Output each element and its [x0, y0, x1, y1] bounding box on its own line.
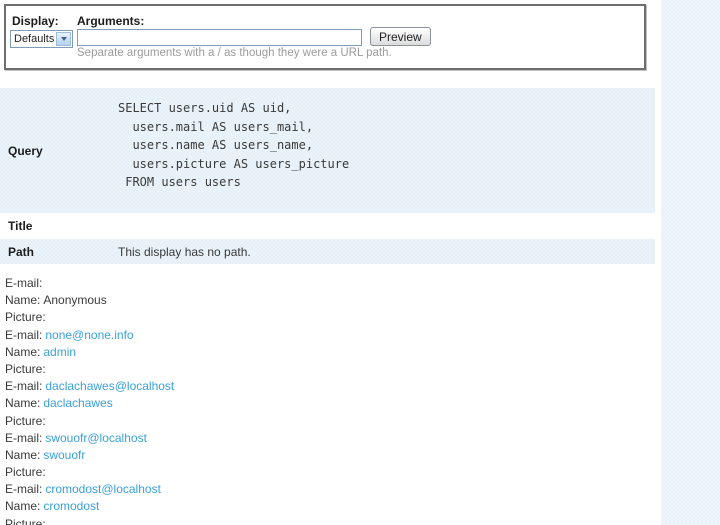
result-field-picture: Picture:: [0, 309, 655, 326]
user-link[interactable]: cromodost: [43, 499, 99, 513]
chevron-down-icon: [56, 32, 71, 46]
query-row: Query SELECT users.uid AS uid, users.mai…: [0, 88, 655, 213]
query-sql: SELECT users.uid AS uid, users.mail AS u…: [118, 101, 350, 189]
preview-results: E-mail: Name: Anonymous Picture: E-mail: n…: [0, 275, 655, 525]
field-label: Name:: [5, 499, 41, 514]
path-value: This display has no path.: [118, 244, 251, 259]
arguments-input[interactable]: [77, 29, 362, 46]
views-preview-page: { "form": { "display_label": "Display:",…: [0, 0, 720, 525]
path-label: Path: [8, 244, 35, 259]
result-field-name: Name: daclachawes: [0, 395, 655, 412]
result-field-email: E-mail: swouofr@localhost: [0, 430, 655, 447]
query-label: Query: [8, 143, 43, 158]
field-label: E-mail:: [5, 430, 43, 445]
content-area: Display: Defaults Arguments: Preview Sep…: [0, 0, 661, 525]
email-link[interactable]: swouofr@localhost: [45, 431, 147, 445]
preview-button[interactable]: Preview: [370, 27, 431, 46]
display-select[interactable]: Defaults: [10, 30, 73, 48]
result-field-email: E-mail: daclachawes@localhost: [0, 378, 655, 395]
result-field-name: Name: admin: [0, 344, 655, 361]
user-link[interactable]: daclachawes: [43, 396, 112, 410]
field-label: Picture:: [5, 413, 46, 428]
title-value: [110, 213, 655, 239]
preview-info-table: Query SELECT users.uid AS uid, users.mai…: [0, 88, 655, 264]
field-label: Name:: [5, 447, 41, 462]
result-field-email: E-mail:: [0, 275, 655, 292]
result-field-picture: Picture:: [0, 413, 655, 430]
email-link[interactable]: none@none.info: [45, 328, 133, 342]
field-label: Name:: [5, 293, 41, 308]
result-field-picture: Picture:: [0, 464, 655, 481]
path-row: Path This display has no path.: [0, 239, 655, 264]
result-field-email: E-mail: none@none.info: [0, 327, 655, 344]
result-field-name: Name: swouofr: [0, 447, 655, 464]
field-label: Name:: [5, 344, 41, 359]
field-label: Name:: [5, 396, 41, 411]
field-label: E-mail:: [5, 379, 43, 394]
result-field-name: Name: Anonymous: [0, 292, 655, 309]
display-label: Display:: [12, 14, 59, 28]
field-label: E-mail:: [5, 276, 43, 290]
arguments-help-text: Separate arguments with a / as though th…: [77, 47, 392, 59]
result-field-email: E-mail: cromodost@localhost: [0, 481, 655, 498]
field-label: Picture:: [5, 465, 46, 480]
field-value: Anonymous: [43, 293, 107, 308]
field-label: E-mail:: [5, 327, 43, 342]
field-label: Picture:: [5, 310, 46, 325]
result-field-picture: Picture:: [0, 516, 655, 525]
user-link[interactable]: swouofr: [43, 448, 85, 462]
email-link[interactable]: cromodost@localhost: [45, 482, 161, 496]
field-label: Picture:: [5, 516, 46, 525]
field-label: E-mail:: [5, 482, 43, 497]
result-field-name: Name: cromodost: [0, 498, 655, 515]
email-link[interactable]: daclachawes@localhost: [45, 379, 174, 393]
field-label: Picture:: [5, 361, 46, 376]
arguments-label: Arguments:: [77, 14, 145, 28]
title-row: Title: [0, 213, 655, 239]
result-field-picture: Picture:: [0, 361, 655, 378]
display-select-value: Defaults: [14, 33, 55, 45]
title-label: Title: [8, 219, 33, 233]
user-link[interactable]: admin: [43, 345, 76, 359]
preview-form: Display: Defaults Arguments: Preview Sep…: [4, 4, 646, 70]
